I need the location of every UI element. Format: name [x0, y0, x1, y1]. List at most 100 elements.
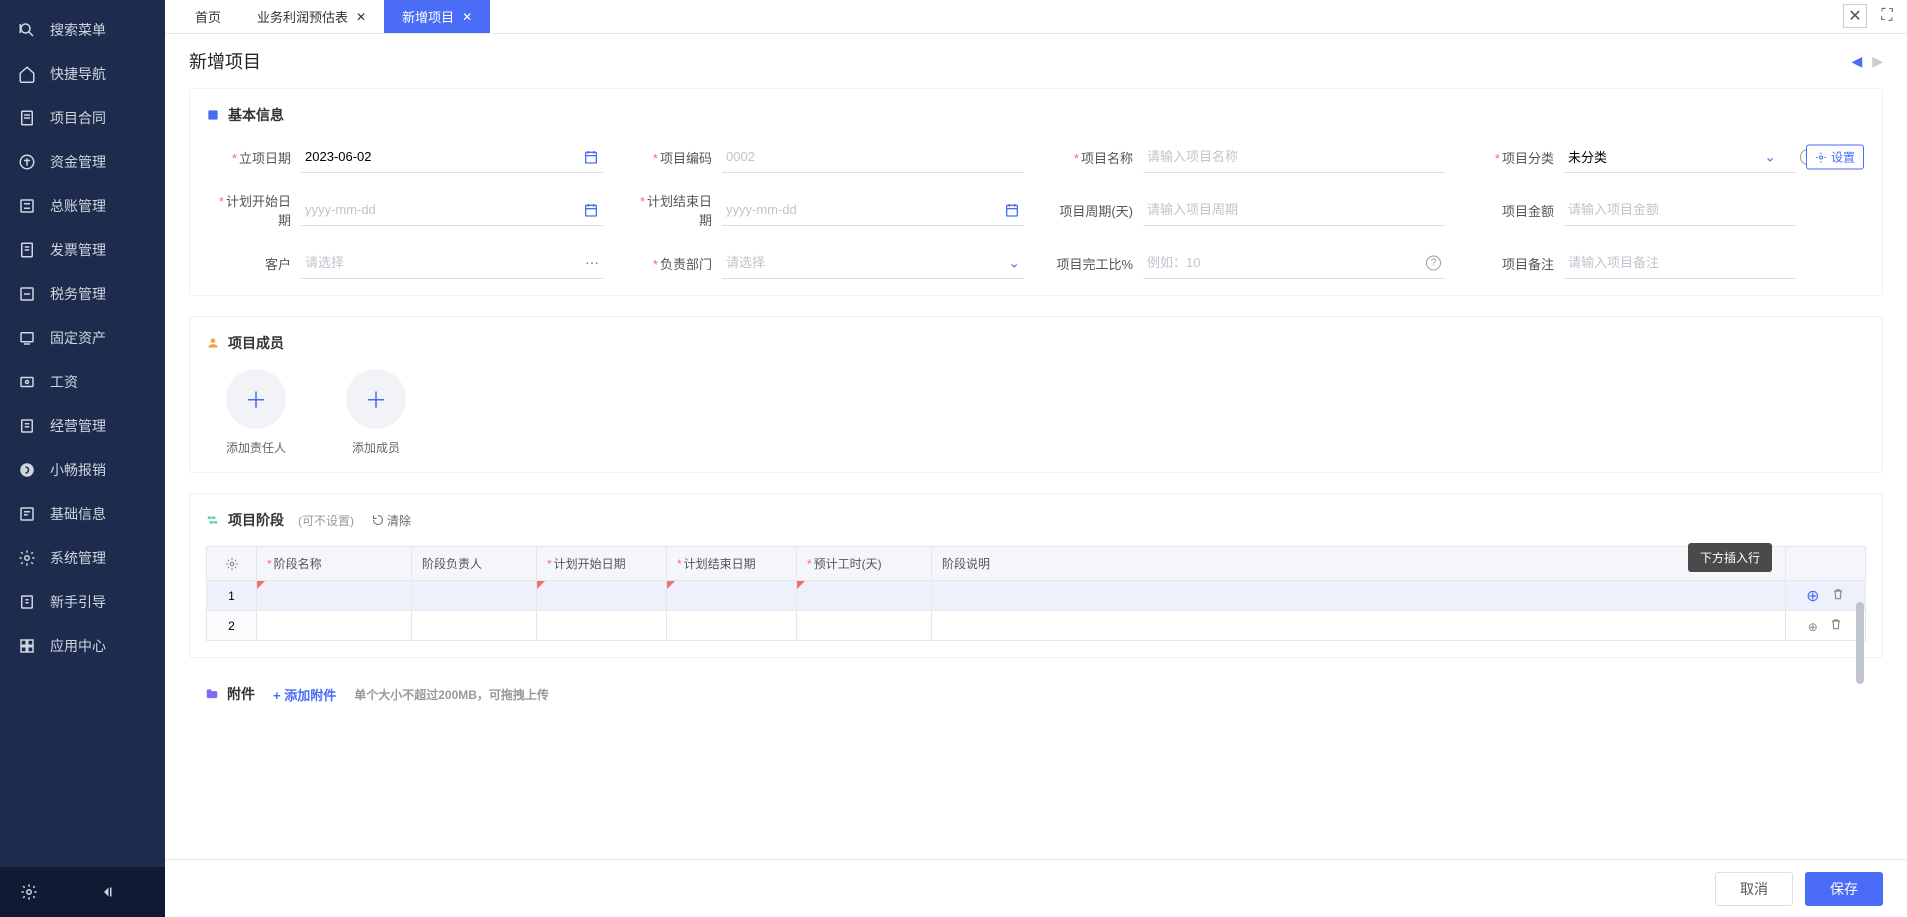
cell-owner[interactable]	[412, 581, 537, 611]
add-member-button[interactable]: ＋	[346, 369, 406, 429]
optional-hint: (可不设置)	[298, 512, 354, 529]
cell-name[interactable]	[257, 611, 412, 641]
calendar-icon[interactable]	[1004, 202, 1020, 218]
calendar-icon[interactable]	[583, 202, 599, 218]
col-settings[interactable]	[207, 547, 257, 581]
table-row[interactable]: 1 ⊕	[207, 581, 1866, 611]
plan-end-input[interactable]	[722, 194, 1024, 226]
dept-select[interactable]	[722, 247, 1024, 279]
add-row-icon[interactable]: ⊕	[1806, 588, 1819, 605]
name-input[interactable]	[1143, 141, 1445, 173]
sidebar-item-contract[interactable]: 项目合同	[0, 96, 165, 140]
section-header: 项目阶段 (可不设置) 清除	[206, 510, 1866, 530]
tab-home[interactable]: 首页	[177, 0, 239, 33]
close-window-icon[interactable]: ✕	[1843, 4, 1867, 28]
sidebar-item-search[interactable]: 搜索菜单	[0, 8, 165, 52]
add-attachment-link[interactable]: + 添加附件	[273, 685, 336, 704]
sidebar-item-system[interactable]: 系统管理	[0, 536, 165, 580]
next-record-icon[interactable]: ▶	[1872, 53, 1883, 70]
section-attachments: 附件 + 添加附件 单个大小不超过200MB，可拖拽上传	[189, 678, 1883, 710]
chevron-down-icon[interactable]: ⌄	[1764, 149, 1776, 166]
col-start: 计划开始日期	[537, 547, 667, 581]
period-input[interactable]	[1143, 194, 1445, 226]
cell-start[interactable]	[537, 611, 667, 641]
delete-row-icon[interactable]	[1831, 590, 1845, 604]
tab-label: 业务利润预估表	[257, 7, 348, 26]
label: 客户	[206, 254, 301, 273]
amount-input[interactable]	[1564, 194, 1796, 226]
sidebar-item-guide[interactable]: 新手引导	[0, 580, 165, 624]
sidebar-item-ledger[interactable]: 总账管理	[0, 184, 165, 228]
form-icon	[206, 108, 220, 122]
cell-end[interactable]	[667, 581, 797, 611]
chevron-down-icon[interactable]: ⌄	[1008, 255, 1020, 272]
wallet-icon	[18, 153, 36, 171]
sidebar-item-quicknav[interactable]: 快捷导航	[0, 52, 165, 96]
field-amount: 项目金额	[1469, 191, 1866, 229]
plan-start-input[interactable]	[301, 194, 603, 226]
sidebar-item-expense[interactable]: 小畅报销	[0, 448, 165, 492]
sidebar-item-tax[interactable]: 税务管理	[0, 272, 165, 316]
cell-end[interactable]	[667, 611, 797, 641]
cell-owner[interactable]	[412, 611, 537, 641]
sidebar-item-invoice[interactable]: 发票管理	[0, 228, 165, 272]
cell-desc[interactable]	[932, 581, 1786, 611]
settings-button[interactable]: 设置	[1806, 145, 1864, 170]
sidebar-label: 项目合同	[50, 108, 106, 128]
person-icon	[206, 336, 220, 350]
label: 项目金额	[1469, 201, 1564, 220]
field-code: *项目编码	[627, 141, 1024, 173]
cell-desc[interactable]	[932, 611, 1786, 641]
content-scroll[interactable]: 基本信息 *立项日期 *项目编码	[165, 88, 1907, 917]
close-icon[interactable]: ✕	[462, 10, 472, 24]
close-icon[interactable]: ✕	[356, 10, 366, 24]
add-row-icon[interactable]: ⊕	[1808, 620, 1818, 634]
folder-icon	[205, 687, 219, 701]
date-input[interactable]	[301, 141, 603, 173]
label: *项目名称	[1048, 148, 1143, 167]
cell-hours[interactable]	[797, 581, 932, 611]
sidebar-item-appcenter[interactable]: 应用中心	[0, 624, 165, 668]
col-hours: 预计工时(天)	[797, 547, 932, 581]
settings-icon[interactable]	[20, 883, 38, 901]
table-row[interactable]: 2 ⊕	[207, 611, 1866, 641]
clear-link[interactable]: 清除	[372, 512, 411, 529]
tab-label: 新增项目	[402, 7, 454, 26]
complete-input[interactable]	[1143, 247, 1445, 279]
cancel-button[interactable]: 取消	[1715, 872, 1793, 906]
code-input[interactable]	[722, 141, 1024, 173]
business-icon	[18, 417, 36, 435]
more-icon[interactable]: ⋯	[585, 255, 599, 272]
delete-row-icon[interactable]	[1829, 620, 1843, 634]
sidebar-item-asset[interactable]: 固定资产	[0, 316, 165, 360]
sidebar-item-business[interactable]: 经营管理	[0, 404, 165, 448]
sidebar-label: 税务管理	[50, 284, 106, 304]
tab-profit-estimate[interactable]: 业务利润预估表 ✕	[239, 0, 384, 33]
cell-hours[interactable]	[797, 611, 932, 641]
col-end: 计划结束日期	[667, 547, 797, 581]
remark-input[interactable]	[1564, 247, 1796, 279]
label: *项目编码	[627, 148, 722, 167]
sidebar-item-funds[interactable]: 资金管理	[0, 140, 165, 184]
tab-new-project[interactable]: 新增项目 ✕	[384, 0, 490, 33]
cell-name[interactable]	[257, 581, 412, 611]
help-icon[interactable]: ?	[1426, 256, 1441, 271]
add-owner-button[interactable]: ＋	[226, 369, 286, 429]
cell-start[interactable]	[537, 581, 667, 611]
save-button[interactable]: 保存	[1805, 872, 1883, 906]
expand-icon[interactable]: ⛶	[1875, 4, 1899, 28]
gear-icon	[18, 549, 36, 567]
customer-select[interactable]	[301, 247, 603, 279]
collapse-icon[interactable]	[98, 883, 116, 901]
sidebar-item-salary[interactable]: 工资	[0, 360, 165, 404]
section-header: 项目成员	[206, 333, 1866, 353]
section-header: 基本信息	[206, 105, 1866, 125]
sidebar-item-basicinfo[interactable]: 基础信息	[0, 492, 165, 536]
label: *立项日期	[206, 148, 301, 167]
calendar-icon[interactable]	[583, 149, 599, 165]
category-select[interactable]	[1564, 141, 1796, 173]
document-icon	[18, 109, 36, 127]
table-scrollbar[interactable]	[1856, 602, 1864, 684]
prev-record-icon[interactable]: ◀	[1851, 53, 1862, 70]
add-member-col: ＋ 添加成员	[346, 369, 406, 456]
